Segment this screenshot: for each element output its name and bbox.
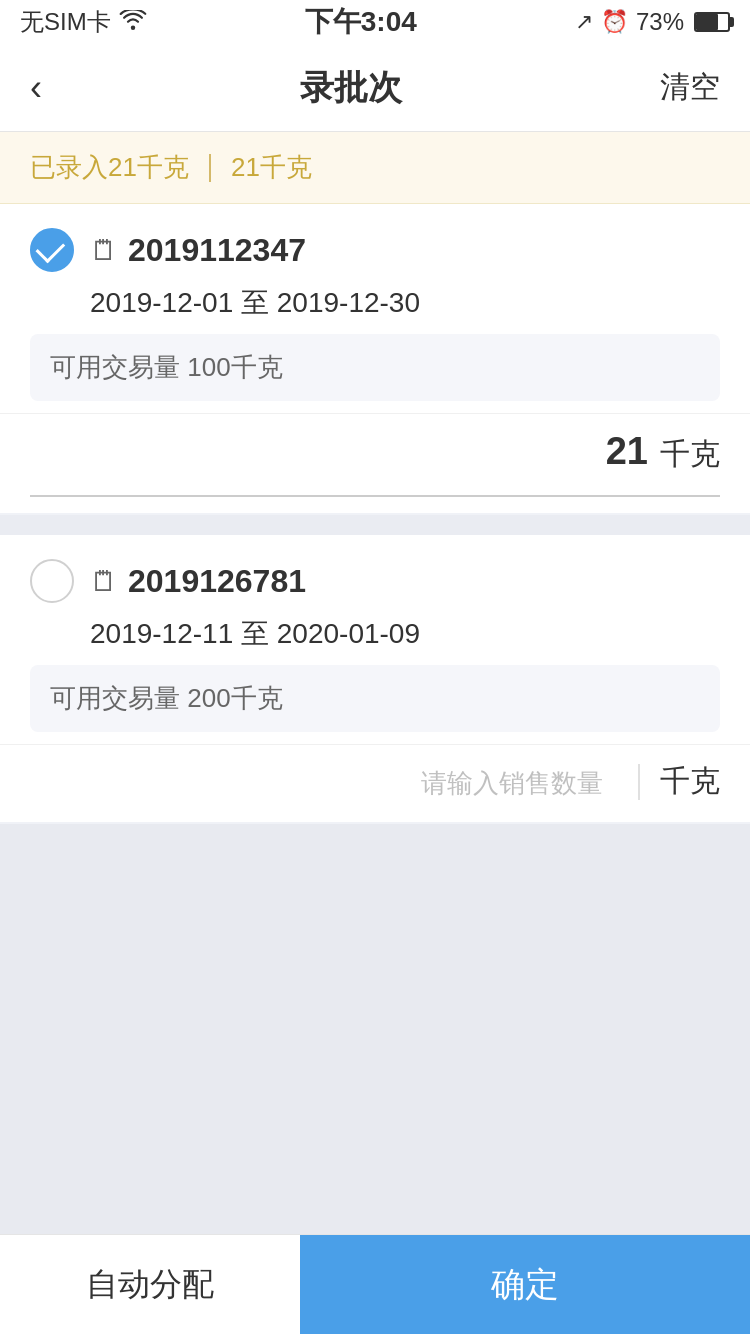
- status-left: 无SIM卡: [20, 6, 147, 38]
- batch-id-2: 2019126781: [128, 563, 306, 600]
- quantity-input-2[interactable]: [30, 763, 618, 800]
- info-banner: 已录入21千克 21千克: [0, 132, 750, 204]
- location-icon: ↗: [575, 9, 593, 35]
- back-button[interactable]: ‹: [30, 67, 42, 109]
- batch-id-row-1: 🗒 2019112347: [90, 232, 306, 269]
- batch-card-1: 🗒 2019112347 2019-12-01 至 2019-12-30 可用交…: [0, 204, 750, 513]
- nav-bar: ‹ 录批次 清空: [0, 44, 750, 132]
- confirm-button[interactable]: 确定: [300, 1235, 750, 1334]
- banner-divider: [209, 154, 211, 182]
- page-title: 录批次: [300, 65, 402, 111]
- time-label: 下午3:04: [305, 3, 417, 41]
- batch-value-1: 21: [606, 430, 648, 473]
- battery-icon: [694, 12, 730, 32]
- batch-input-row-2[interactable]: 千克: [0, 744, 750, 822]
- alarm-icon: ⏰: [601, 9, 628, 35]
- bottom-bar: 自动分配 确定: [0, 1234, 750, 1334]
- batch-available-1: 可用交易量 100千克: [30, 334, 720, 401]
- total-amount: 21千克: [231, 150, 312, 185]
- wifi-icon: [119, 8, 147, 36]
- batch-date-1: 2019-12-01 至 2019-12-30: [90, 284, 420, 322]
- clear-button[interactable]: 清空: [660, 67, 720, 108]
- carrier-label: 无SIM卡: [20, 6, 111, 38]
- batch-date-row-2: 2019-12-11 至 2020-01-09: [0, 615, 750, 665]
- batch-value-row-1: 21 千克: [0, 413, 750, 495]
- batch-id-1: 2019112347: [128, 232, 306, 269]
- battery-label: 73%: [636, 8, 684, 36]
- batch-unit-1: 千克: [660, 434, 720, 475]
- batch-radio-1[interactable]: [30, 228, 74, 272]
- card-bottom-space-1: [0, 497, 750, 513]
- status-bar: 无SIM卡 下午3:04 ↗ ⏰ 73%: [0, 0, 750, 44]
- recorded-amount: 已录入21千克: [30, 150, 189, 185]
- bottom-space: [0, 824, 750, 1244]
- batch-card-2: 🗒 2019126781 2019-12-11 至 2020-01-09 可用交…: [0, 535, 750, 822]
- batch-available-2: 可用交易量 200千克: [30, 665, 720, 732]
- batch-radio-2[interactable]: [30, 559, 74, 603]
- input-divider-2: [638, 764, 640, 800]
- batch-id-row-2: 🗒 2019126781: [90, 563, 306, 600]
- batch-date-row-1: 2019-12-01 至 2019-12-30: [0, 284, 750, 334]
- batch-date-2: 2019-12-11 至 2020-01-09: [90, 615, 420, 653]
- section-divider: [0, 515, 750, 535]
- batch-header-2: 🗒 2019126781: [0, 535, 750, 615]
- auto-distribute-button[interactable]: 自动分配: [0, 1235, 300, 1334]
- batch-icon-2: 🗒: [90, 565, 118, 598]
- status-right: ↗ ⏰ 73%: [575, 8, 730, 36]
- batch-icon-1: 🗒: [90, 234, 118, 267]
- batch-header-1: 🗒 2019112347: [0, 204, 750, 284]
- batch-unit-2: 千克: [660, 761, 720, 802]
